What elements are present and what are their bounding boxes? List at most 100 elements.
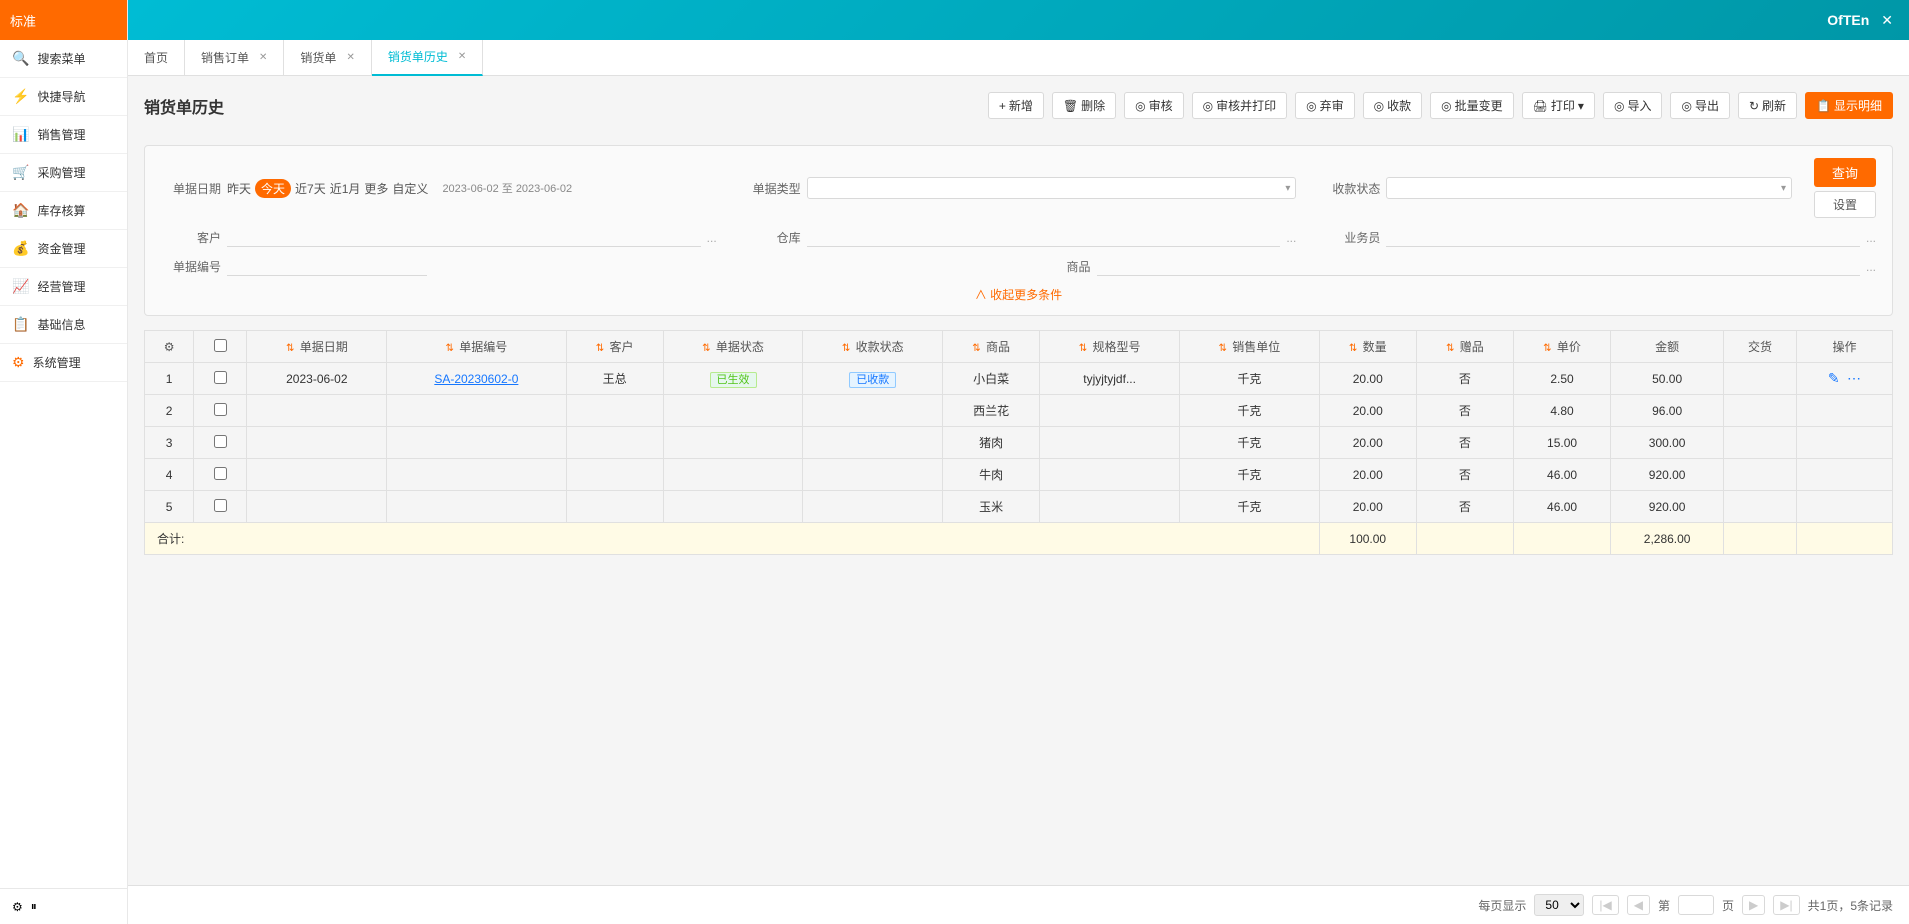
per-page-select[interactable]: 50 10 20 100 [1534,894,1584,916]
sidebar-item-sales-mgmt[interactable]: 📊 销售管理 [0,116,127,154]
receipt-button[interactable]: ◎ 收款 [1363,92,1423,119]
batch-change-button[interactable]: ◎ 批量变更 [1430,92,1514,119]
new-button[interactable]: + 新增 [988,92,1044,119]
sidebar-item-label: 销售管理 [37,126,85,143]
product-input[interactable] [1097,257,1860,276]
sidebar-item-inventory[interactable]: 🏠 库存核算 [0,192,127,230]
sort-product-icon[interactable]: ⇅ [972,343,980,354]
show-detail-button[interactable]: 📋 显示明细 [1805,92,1893,119]
sort-doc-no-icon[interactable]: ⇅ [445,343,453,354]
shortcut-today[interactable]: 今天 [255,179,291,198]
delete-button[interactable]: 🗑 删除 [1052,92,1116,119]
tab-sales-history-close[interactable]: ✕ [458,51,466,62]
export-button[interactable]: ◎ 导出 [1670,92,1730,119]
col-settings[interactable]: ⚙ [145,331,194,363]
doc-no-link[interactable]: SA-20230602-0 [434,372,518,386]
tab-home[interactable]: 首页 [128,40,185,76]
customer-more-dots[interactable]: ... [707,231,717,245]
row-checkbox[interactable] [214,403,227,416]
sort-doc-date-icon[interactable]: ⇅ [286,343,294,354]
doc-no-input[interactable] [227,257,427,276]
audit-print-button[interactable]: ◎ 审核并打印 [1192,92,1288,119]
shortcut-last1month[interactable]: 近1月 [330,180,361,197]
sidebar-item-search[interactable]: 🔍 搜索菜单 [0,40,127,78]
tab-sales-order[interactable]: 销售订单 ✕ [185,40,284,76]
row-checkbox[interactable] [214,371,227,384]
table-settings-icon[interactable]: ⚙ [164,340,175,354]
shortcut-custom[interactable]: 自定义 [392,180,428,197]
audit-button[interactable]: ◎ 审核 [1124,92,1184,119]
next-page-button[interactable]: ▶ [1742,895,1765,915]
abandon-button[interactable]: ◎ 弃审 [1295,92,1355,119]
import-button[interactable]: ◎ 导入 [1603,92,1663,119]
doc-no-cell: SA-20230602-0 [387,363,566,395]
receipt-status-select[interactable] [1386,177,1792,199]
unit-cell: 千克 [1179,459,1319,491]
tab-sales-order-close[interactable]: ✕ [259,52,267,63]
sort-unit-icon[interactable]: ⇅ [1218,343,1226,354]
shortcut-more[interactable]: 更多 [364,180,388,197]
page-title: 销货单历史 [144,94,224,118]
shortcut-last7days[interactable]: 近7天 [295,180,326,197]
edit-action-icon[interactable]: ✎ [1828,370,1840,386]
sort-customer-icon[interactable]: ⇅ [596,343,604,354]
date-range-display: 2023-06-02 至 2023-06-02 [442,180,572,196]
basic-info-icon: 📋 [12,316,29,333]
row-checkbox[interactable] [214,435,227,448]
more-action-icon[interactable]: ⋯ [1847,370,1861,386]
sort-spec-icon[interactable]: ⇅ [1079,343,1087,354]
sidebar-bottom[interactable]: ⚙ ⏸ [0,888,127,924]
tab-sales-history[interactable]: 销货单历史 ✕ [372,40,483,76]
sidebar-item-system-mgmt[interactable]: ⚙ 系统管理 [0,344,127,382]
col-actions: 操作 [1796,331,1892,363]
customer-input[interactable] [227,228,701,247]
sidebar-item-basic-info[interactable]: 📋 基础信息 [0,306,127,344]
sort-price-icon[interactable]: ⇅ [1543,343,1551,354]
row-checkbox-cell[interactable] [194,395,247,427]
row-checkbox[interactable] [214,499,227,512]
receipt-status-cell: 已收款 [803,363,943,395]
filter-row-2: 客户 ... 仓库 ... 业务员 ... [161,228,1876,247]
customer-label: 客户 [161,229,221,246]
collapse-filter-button[interactable]: ∧ 收起更多条件 [975,286,1062,303]
query-button[interactable]: 查询 [1814,158,1876,187]
salesperson-more-dots[interactable]: ... [1866,231,1876,245]
sidebar-item-finance[interactable]: 💰 资金管理 [0,230,127,268]
tab-sales-delivery-close[interactable]: ✕ [346,52,354,63]
row-checkbox-cell[interactable] [194,491,247,523]
last-page-button[interactable]: ▶| [1773,895,1799,915]
salesperson-input[interactable] [1386,228,1860,247]
amount-cell: 96.00 [1611,395,1724,427]
sidebar-item-quick-nav[interactable]: ⚡ 快捷导航 [0,78,127,116]
receipt-status-select-wrapper [1386,177,1792,199]
row-checkbox-cell[interactable] [194,459,247,491]
tab-sales-delivery[interactable]: 销货单 ✕ [284,40,371,76]
sidebar-item-purchase-mgmt[interactable]: 🛒 采购管理 [0,154,127,192]
doc-status-cell: 已生效 [663,363,803,395]
page-number-input[interactable]: 1 [1678,895,1714,915]
row-checkbox[interactable] [214,467,227,480]
product-more-dots[interactable]: ... [1866,260,1876,274]
sidebar-item-operations[interactable]: 📈 经营管理 [0,268,127,306]
select-all-checkbox[interactable] [214,339,227,352]
sort-receipt-status-icon[interactable]: ⇅ [842,343,850,354]
col-checkbox[interactable] [194,331,247,363]
sort-qty-icon[interactable]: ⇅ [1349,343,1357,354]
audit-print-icon: ◎ [1203,99,1213,113]
filter-settings-button[interactable]: 设置 [1814,191,1876,218]
refresh-button[interactable]: ↻ 刷新 [1738,92,1797,119]
row-checkbox-cell[interactable] [194,363,247,395]
print-button[interactable]: 🖨 打印 ▾ [1522,92,1595,119]
warehouse-input[interactable] [807,228,1281,247]
doc-date-cell: 2023-06-02 [247,363,387,395]
first-page-button[interactable]: |◀ [1592,895,1618,915]
qty-cell: 20.00 [1319,427,1416,459]
row-checkbox-cell[interactable] [194,427,247,459]
close-window-icon[interactable]: ✕ [1881,12,1893,29]
sort-doc-status-icon[interactable]: ⇅ [702,343,710,354]
prev-page-button[interactable]: ◀ [1627,895,1650,915]
warehouse-more-dots[interactable]: ... [1286,231,1296,245]
sort-gift-icon[interactable]: ⇅ [1446,343,1454,354]
shortcut-yesterday[interactable]: 昨天 [227,180,251,197]
doc-type-select[interactable] [807,177,1297,199]
